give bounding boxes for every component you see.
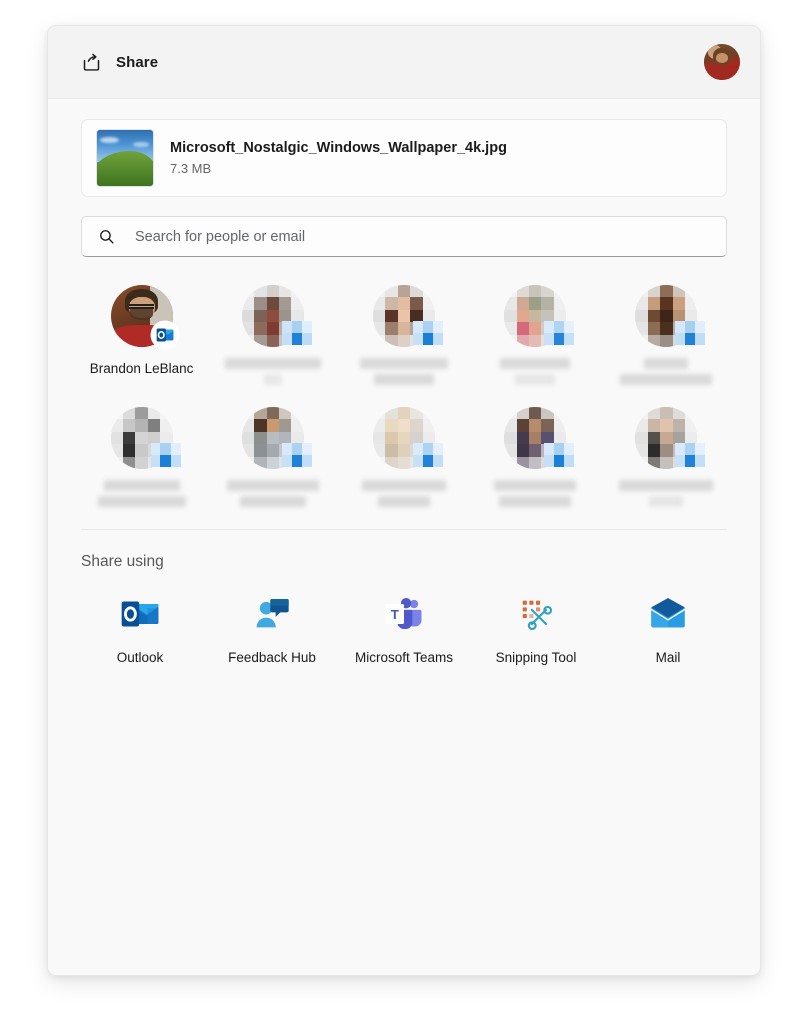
snipping-tool-icon: [513, 591, 559, 637]
share-app-microsoft-teams[interactable]: T Microsoft Teams: [338, 591, 470, 668]
contact-name-redacted: [227, 480, 319, 507]
search-icon: [96, 227, 116, 247]
contacts-grid: Brandon LeBlanc: [76, 279, 732, 507]
share-app-label: Feedback Hub: [228, 648, 316, 668]
contact-item[interactable]: [338, 401, 469, 507]
share-using-heading: Share using: [81, 553, 760, 571]
contact-item[interactable]: [207, 401, 338, 507]
contact-name-redacted: [362, 480, 446, 507]
contact-name-redacted: [494, 480, 576, 507]
contact-item[interactable]: [207, 279, 338, 385]
contact-item[interactable]: [76, 401, 207, 507]
contact-name-redacted: [225, 358, 321, 385]
share-app-label: Mail: [656, 648, 681, 668]
contact-name-redacted: [360, 358, 448, 385]
mail-icon: [645, 591, 691, 637]
outlook-badge-icon: [152, 322, 178, 348]
shared-file-card: Microsoft_Nostalgic_Windows_Wallpaper_4k…: [81, 119, 727, 197]
outlook-badge-icon-redacted: [151, 443, 181, 467]
contact-avatar-wrap: [504, 407, 566, 469]
contact-item[interactable]: [470, 279, 601, 385]
share-app-label: Snipping Tool: [496, 648, 577, 668]
avatar-beard: [130, 309, 154, 320]
thumbnail-cloud: [133, 142, 149, 146]
contact-item[interactable]: [338, 279, 469, 385]
file-metadata: Microsoft_Nostalgic_Windows_Wallpaper_4k…: [170, 140, 507, 176]
share-app-outlook[interactable]: Outlook: [74, 591, 206, 668]
outlook-badge-icon-redacted: [675, 443, 705, 467]
outlook-badge-icon-redacted: [413, 321, 443, 345]
outlook-icon: [117, 591, 163, 637]
share-app-snipping-tool[interactable]: Snipping Tool: [470, 591, 602, 668]
share-dialog: Share Microsoft_Nostalgic_Windo: [47, 25, 761, 976]
contact-avatar-wrap: [635, 285, 697, 347]
share-app-label: Microsoft Teams: [355, 648, 453, 668]
contact-avatar-wrap: [635, 407, 697, 469]
contact-avatar-wrap: [242, 407, 304, 469]
outlook-badge-icon-redacted: [282, 321, 312, 345]
file-name: Microsoft_Nostalgic_Windows_Wallpaper_4k…: [170, 140, 507, 156]
contact-name-redacted: [619, 480, 713, 507]
contact-item[interactable]: [601, 279, 732, 385]
share-app-label: Outlook: [117, 648, 164, 668]
file-size: 7.3 MB: [170, 161, 507, 176]
outlook-badge-icon-redacted: [282, 443, 312, 467]
contact-item[interactable]: [470, 401, 601, 507]
microsoft-teams-icon: T: [381, 591, 427, 637]
avatar-glasses: [129, 304, 154, 308]
svg-text:T: T: [391, 607, 399, 622]
search-input[interactable]: [135, 217, 712, 256]
section-divider: [81, 529, 727, 530]
contact-item[interactable]: Brandon LeBlanc: [76, 279, 207, 385]
contact-avatar-wrap: [111, 285, 173, 347]
share-app-mail[interactable]: Mail: [602, 591, 734, 668]
share-app-feedback-hub[interactable]: Feedback Hub: [206, 591, 338, 668]
feedback-hub-icon: [249, 591, 295, 637]
contact-name: Brandon LeBlanc: [90, 358, 194, 379]
contact-avatar-wrap: [504, 285, 566, 347]
avatar-shirt: [707, 65, 737, 80]
contact-avatar-wrap: [373, 285, 435, 347]
thumbnail-hill: [96, 151, 154, 186]
dialog-body: Microsoft_Nostalgic_Windows_Wallpaper_4k…: [48, 119, 760, 668]
contact-item[interactable]: [601, 401, 732, 507]
share-using-apps: Outlook Feedback Hub: [74, 591, 734, 668]
file-thumbnail-icon: [96, 129, 154, 187]
search-box[interactable]: [81, 216, 727, 257]
contact-avatar-wrap: [373, 407, 435, 469]
contact-name-redacted: [620, 358, 712, 385]
screen-root: Share Microsoft_Nostalgic_Windo: [0, 0, 807, 1024]
contact-name-redacted: [98, 480, 186, 507]
outlook-badge-icon-redacted: [544, 443, 574, 467]
dialog-header: Share: [48, 26, 760, 99]
outlook-badge-icon-redacted: [544, 321, 574, 345]
dialog-title: Share: [116, 54, 158, 71]
outlook-badge-icon-redacted: [413, 443, 443, 467]
contact-name-redacted: [500, 358, 570, 385]
share-icon: [80, 51, 102, 73]
thumbnail-cloud: [100, 137, 119, 143]
contact-avatar-wrap: [111, 407, 173, 469]
outlook-badge-icon-redacted: [675, 321, 705, 345]
contact-avatar-wrap: [242, 285, 304, 347]
account-avatar[interactable]: [704, 44, 740, 80]
